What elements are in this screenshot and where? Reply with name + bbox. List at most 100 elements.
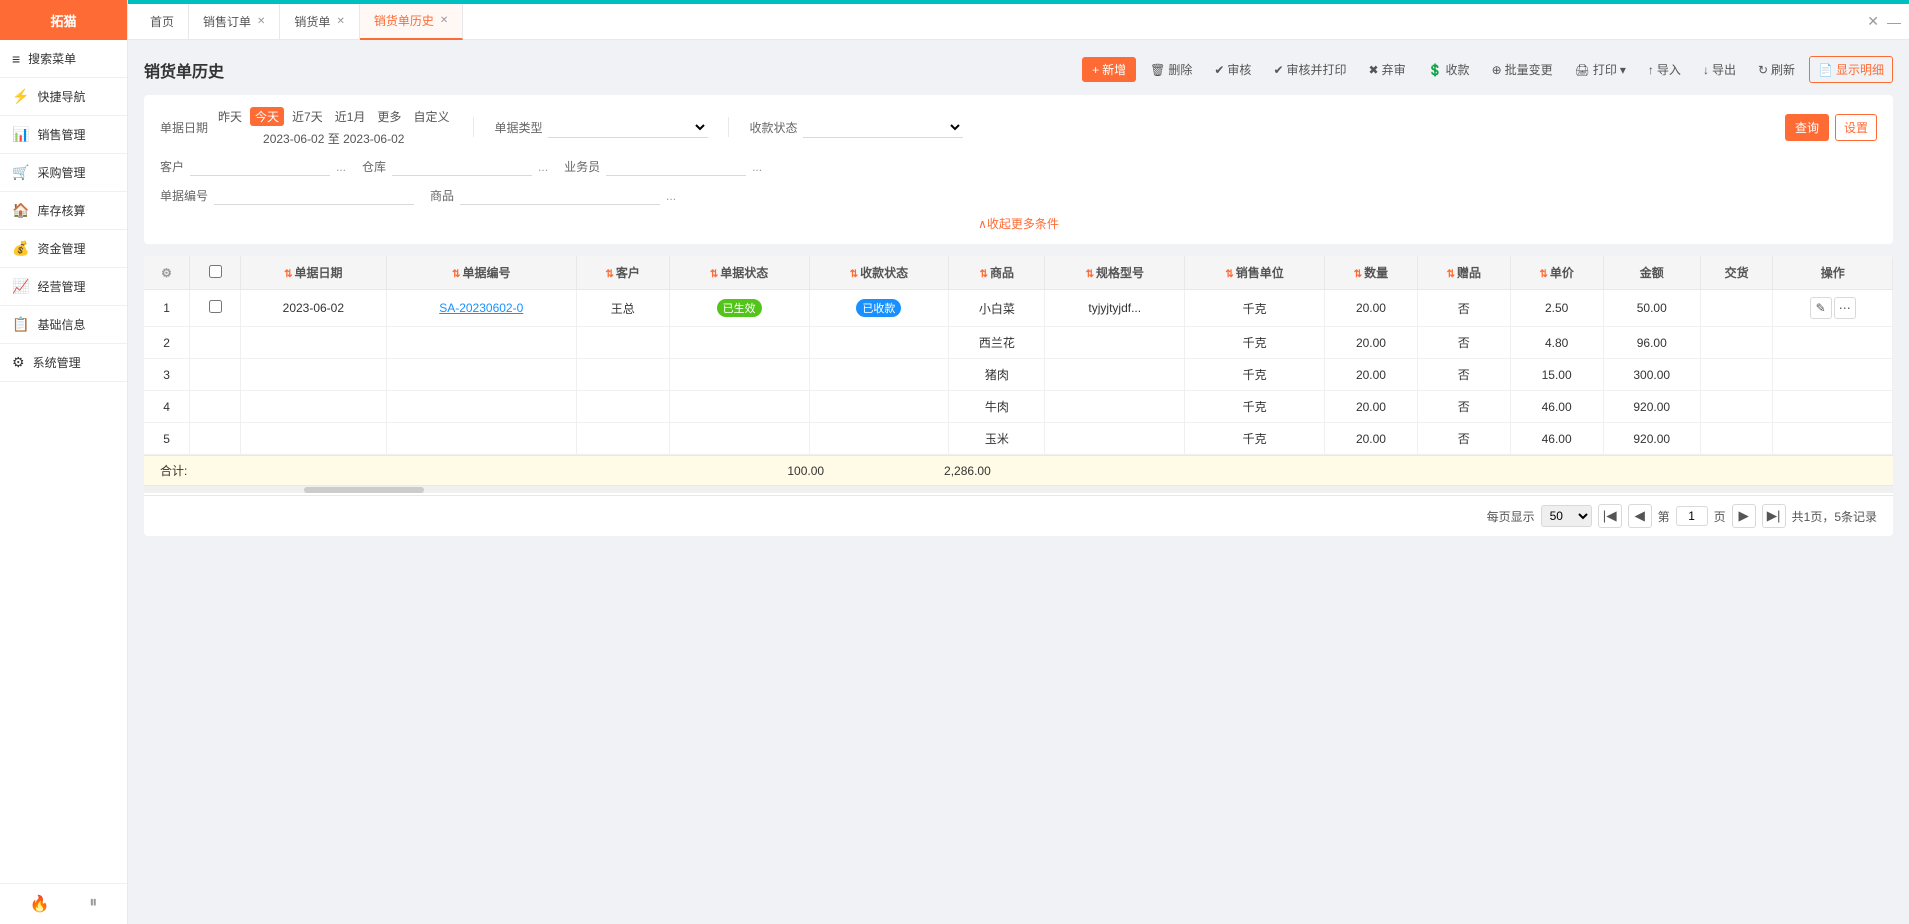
tab-sales-goods-close[interactable]: ✕ bbox=[336, 16, 344, 27]
warehouse-ellipsis[interactable]: ... bbox=[538, 160, 548, 174]
window-minimize-btn[interactable]: — bbox=[1887, 14, 1901, 30]
salesperson-input[interactable] bbox=[606, 157, 746, 176]
sidebar-fire-icon[interactable]: 🔥 bbox=[30, 894, 50, 914]
batch-change-button[interactable]: ⊕ 批量变更 bbox=[1484, 57, 1561, 82]
tab-home[interactable]: 首页 bbox=[136, 4, 189, 40]
more-action-btn[interactable]: ⋯ bbox=[1834, 297, 1856, 319]
date-tab-yesterday[interactable]: 昨天 bbox=[214, 107, 246, 126]
th-gift[interactable]: ⇅赠品 bbox=[1417, 256, 1510, 290]
settings-button[interactable]: 设置 bbox=[1835, 114, 1877, 141]
th-customer[interactable]: ⇅客户 bbox=[576, 256, 669, 290]
th-price[interactable]: ⇅单价 bbox=[1510, 256, 1603, 290]
sidebar-item-purchase-mgmt[interactable]: 🛒 采购管理 bbox=[0, 154, 127, 192]
page-number-input[interactable] bbox=[1676, 506, 1708, 526]
print-button[interactable]: 🖨 打印 ▾ bbox=[1567, 57, 1634, 82]
filter-type-item: 单据类型 bbox=[494, 117, 708, 138]
filter-customer-item: 客户 ... bbox=[160, 157, 346, 176]
cell-spec bbox=[1045, 327, 1185, 359]
page-size-select[interactable]: 50 10 20 100 bbox=[1541, 505, 1592, 527]
th-unit[interactable]: ⇅销售单位 bbox=[1185, 256, 1325, 290]
audit-print-button[interactable]: ✔ 审核并打印 bbox=[1265, 57, 1354, 82]
abandon-button[interactable]: ✖ 弃审 bbox=[1361, 57, 1414, 82]
table-row: 12023-06-02SA-20230602-0王总已生效已收款小白菜tyjyj… bbox=[144, 290, 1893, 327]
cell-rownum: 2 bbox=[144, 327, 190, 359]
show-detail-button[interactable]: 📄 显示明细 bbox=[1809, 56, 1893, 83]
cell-unit: 千克 bbox=[1185, 391, 1325, 423]
select-all-checkbox[interactable] bbox=[209, 265, 222, 278]
th-spec[interactable]: ⇅规格型号 bbox=[1045, 256, 1185, 290]
th-docno[interactable]: ⇅单据编号 bbox=[386, 256, 576, 290]
date-tab-1month[interactable]: 近1月 bbox=[331, 107, 370, 126]
collect-button[interactable]: 💲 收款 bbox=[1420, 57, 1478, 82]
scrollbar-thumb[interactable] bbox=[304, 487, 424, 493]
tab-sales-order[interactable]: 销售订单 ✕ bbox=[189, 4, 280, 40]
sidebar-item-sales-mgmt[interactable]: 📊 销售管理 bbox=[0, 116, 127, 154]
sidebar-logo[interactable]: 拓猫 bbox=[0, 0, 127, 40]
cell-pay-status bbox=[809, 423, 949, 455]
cell-docno[interactable]: SA-20230602-0 bbox=[386, 290, 576, 327]
last-page-btn[interactable]: ▶| bbox=[1762, 504, 1786, 528]
tab-sales-order-close[interactable]: ✕ bbox=[257, 16, 265, 27]
sidebar-item-inventory[interactable]: 🏠 库存核算 bbox=[0, 192, 127, 230]
tab-sales-goods[interactable]: 销货单 ✕ bbox=[280, 4, 359, 40]
filter-row-1: 单据日期 昨天 今天 近7天 近1月 更多 自定义 2023-06-02 至 2… bbox=[160, 107, 1877, 147]
warehouse-label: 仓库 bbox=[362, 158, 386, 175]
pay-status-select[interactable] bbox=[803, 117, 963, 138]
collapse-icon: ∧ bbox=[978, 217, 987, 231]
docno-link[interactable]: SA-20230602-0 bbox=[439, 301, 523, 315]
tab-sales-order-label: 销售订单 bbox=[203, 13, 251, 30]
customer-input[interactable] bbox=[190, 157, 330, 176]
row-checkbox[interactable] bbox=[209, 300, 222, 313]
refresh-button[interactable]: ↻ 刷新 bbox=[1750, 57, 1803, 82]
collapse-button[interactable]: ∧ 收起更多条件 bbox=[160, 215, 1877, 232]
cell-checkbox[interactable] bbox=[190, 290, 241, 327]
cell-qty: 20.00 bbox=[1325, 391, 1418, 423]
audit-button[interactable]: ✔ 审核 bbox=[1206, 57, 1259, 82]
date-tab-7days[interactable]: 近7天 bbox=[288, 107, 327, 126]
type-select[interactable] bbox=[548, 117, 708, 138]
sidebar-pause-icon[interactable]: ⏸ bbox=[89, 894, 97, 914]
sidebar-item-label: 基础信息 bbox=[37, 316, 85, 333]
th-goods[interactable]: ⇅商品 bbox=[949, 256, 1045, 290]
prev-page-btn[interactable]: ◀ bbox=[1628, 504, 1652, 528]
customer-ellipsis[interactable]: ... bbox=[336, 160, 346, 174]
first-page-btn[interactable]: |◀ bbox=[1598, 504, 1622, 528]
cell-qty: 20.00 bbox=[1325, 290, 1418, 327]
date-tab-more[interactable]: 更多 bbox=[373, 107, 405, 126]
salesperson-ellipsis[interactable]: ... bbox=[752, 160, 762, 174]
sidebar-item-operations[interactable]: 📈 经营管理 bbox=[0, 268, 127, 306]
docno-input[interactable] bbox=[214, 186, 414, 205]
th-date[interactable]: ⇅单据日期 bbox=[240, 256, 386, 290]
import-button[interactable]: ↑ 导入 bbox=[1640, 57, 1689, 82]
th-doc-status[interactable]: ⇅单据状态 bbox=[669, 256, 809, 290]
goods-ellipsis[interactable]: ... bbox=[666, 189, 676, 203]
th-settings[interactable]: ⚙ bbox=[144, 256, 190, 290]
sidebar-item-search-menu[interactable]: ≡ 搜索菜单 bbox=[0, 40, 127, 78]
sidebar-item-system-mgmt[interactable]: ⚙ 系统管理 bbox=[0, 344, 127, 382]
filter-row-3: 单据编号 商品 ... bbox=[160, 186, 1877, 205]
tab-sales-history-close[interactable]: ✕ bbox=[440, 15, 448, 26]
horizontal-scrollbar[interactable] bbox=[144, 485, 1893, 493]
settings-col-icon[interactable]: ⚙ bbox=[161, 266, 172, 280]
edit-action-btn[interactable]: ✎ bbox=[1810, 297, 1832, 319]
settings-label: 设置 bbox=[1844, 119, 1868, 136]
window-close-btn[interactable]: ✕ bbox=[1867, 13, 1879, 30]
goods-input[interactable] bbox=[460, 186, 660, 205]
query-button[interactable]: 查询 bbox=[1785, 114, 1829, 141]
th-amount: 金额 bbox=[1603, 256, 1700, 290]
date-tab-today[interactable]: 今天 bbox=[250, 107, 284, 126]
th-pay-status[interactable]: ⇅收款状态 bbox=[809, 256, 949, 290]
date-tab-custom[interactable]: 自定义 bbox=[409, 107, 453, 126]
th-qty[interactable]: ⇅数量 bbox=[1325, 256, 1418, 290]
tab-sales-history[interactable]: 销货单历史 ✕ bbox=[360, 4, 463, 40]
page-suffix: 页 bbox=[1714, 508, 1726, 525]
new-button[interactable]: + 新增 bbox=[1082, 57, 1136, 82]
warehouse-input[interactable] bbox=[392, 157, 532, 176]
th-checkbox[interactable] bbox=[190, 256, 241, 290]
sidebar-item-finance[interactable]: 💰 资金管理 bbox=[0, 230, 127, 268]
next-page-btn[interactable]: ▶ bbox=[1732, 504, 1756, 528]
sidebar-item-basic-info[interactable]: 📋 基础信息 bbox=[0, 306, 127, 344]
export-button[interactable]: ↓ 导出 bbox=[1695, 57, 1744, 82]
sidebar-item-quick-nav[interactable]: ⚡ 快捷导航 bbox=[0, 78, 127, 116]
delete-button[interactable]: 🗑 删除 bbox=[1142, 57, 1200, 82]
